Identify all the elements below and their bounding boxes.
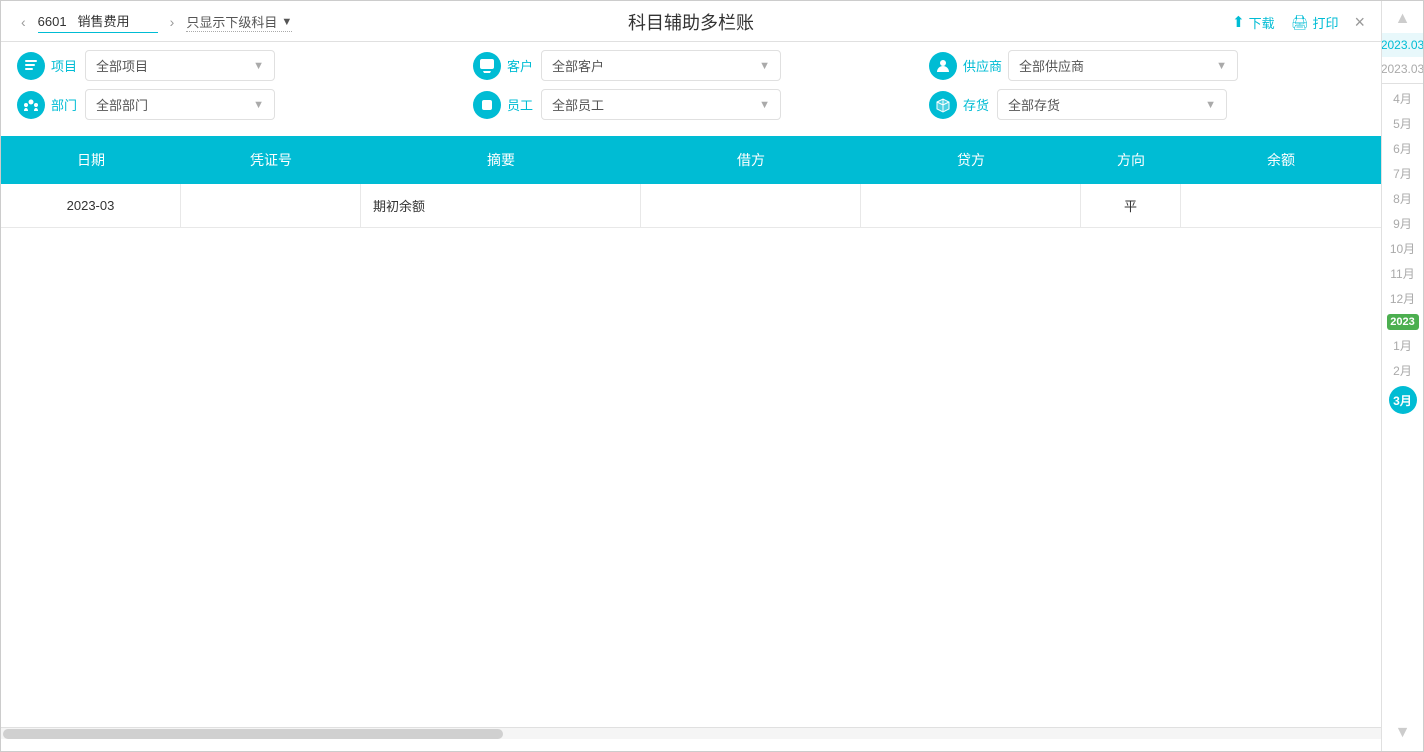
cell-summary: 期初余额 [361,184,641,227]
project-label: 项目 [51,56,79,75]
sidebar-month-4[interactable]: 4月 [1382,86,1423,111]
col-summary: 摘要 [361,136,641,184]
supplier-filter-group: 供应商 全部供应商 ▼ [929,50,1365,81]
sidebar-month-7[interactable]: 7月 [1382,161,1423,186]
period-sidebar: ▲ 2023.03 2023.03 4月 5月 6月 7月 8月 9月 10月 … [1381,1,1423,751]
supplier-select[interactable]: 全部供应商 ▼ [1008,50,1238,81]
cell-credit [861,184,1081,227]
inventory-label: 存货 [963,95,991,114]
department-filter-group: 部门 全部部门 ▼ [17,89,453,120]
main-window: ‹ 6601 销售费用 › 只显示下级科目 ▼ 科目辅助多栏账 ⬆ 下载 [0,0,1424,752]
period-2023-03-first[interactable]: 2023.03 [1382,33,1423,57]
supplier-icon [929,52,957,80]
cell-voucher [181,184,361,227]
department-icon [17,91,45,119]
sidebar-month-5[interactable]: 5月 [1382,111,1423,136]
col-credit: 贷方 [861,136,1081,184]
col-balance: 余额 [1181,136,1381,184]
sidebar-month-11[interactable]: 11月 [1382,261,1423,286]
customer-label: 客户 [507,56,535,75]
employee-select-value: 全部员工 [552,95,604,114]
inventory-select-value: 全部存货 [1008,95,1060,114]
sidebar-divider [1382,83,1423,84]
filter-row-2: 部门 全部部门 ▼ 员工 全部员工 ▼ [17,89,1365,120]
download-label: 下载 [1249,13,1275,32]
cell-direction: 平 [1081,184,1181,227]
sidebar-up-button[interactable]: ▲ [1389,5,1417,33]
inventory-filter-group: 存货 全部存货 ▼ [929,89,1365,120]
sidebar-month-2[interactable]: 2月 [1382,358,1423,383]
customer-select[interactable]: 全部客户 ▼ [541,50,781,81]
prev-account-button[interactable]: ‹ [17,12,30,32]
account-code: 6601 [38,14,67,29]
employee-icon [473,91,501,119]
account-name: 销售费用 [77,14,129,29]
department-label: 部门 [51,95,79,114]
top-bar: ‹ 6601 销售费用 › 只显示下级科目 ▼ 科目辅助多栏账 ⬆ 下载 [1,1,1381,42]
main-content-area: ‹ 6601 销售费用 › 只显示下级科目 ▼ 科目辅助多栏账 ⬆ 下载 [1,1,1381,739]
sidebar-month-1[interactable]: 1月 [1382,333,1423,358]
project-select[interactable]: 全部项目 ▼ [85,50,275,81]
show-sub-dropdown[interactable]: 只显示下级科目 ▼ [186,12,292,32]
employee-label: 员工 [507,95,535,114]
sidebar-month-10[interactable]: 10月 [1382,236,1423,261]
show-sub-label: 只显示下级科目 [186,12,277,31]
sidebar-year-2023[interactable]: 2023 [1387,314,1419,330]
print-label: 打印 [1312,13,1338,32]
next-account-button[interactable]: › [166,12,179,32]
department-select[interactable]: 全部部门 ▼ [85,89,275,120]
col-voucher: 凭证号 [181,136,361,184]
sidebar-down-button[interactable]: ▼ [1389,719,1417,747]
filter-row-1: 项目 全部项目 ▼ 客户 全部客户 ▼ [17,50,1365,81]
header-right-actions: ⬆ 下载 🖨 打印 × [1232,12,1365,33]
supplier-chevron-icon: ▼ [1216,60,1227,72]
customer-select-value: 全部客户 [552,56,604,75]
project-icon [17,52,45,80]
customer-filter-group: 客户 全部客户 ▼ [473,50,909,81]
employee-select[interactable]: 全部员工 ▼ [541,89,781,120]
print-button[interactable]: 🖨 打印 [1291,13,1339,32]
customer-icon [473,52,501,80]
inventory-chevron-icon: ▼ [1205,99,1216,111]
department-select-value: 全部部门 [96,95,148,114]
sidebar-month-6[interactable]: 6月 [1382,136,1423,161]
col-direction: 方向 [1081,136,1181,184]
horizontal-scrollbar[interactable] [1,727,1381,739]
sidebar-month-9[interactable]: 9月 [1382,211,1423,236]
project-select-value: 全部项目 [96,56,148,75]
page-title: 科目辅助多栏账 [628,9,754,35]
cell-balance [1181,184,1381,227]
account-code-label: 6601 销售费用 [38,11,158,33]
download-icon: ⬆ [1232,13,1245,31]
sidebar-month-12[interactable]: 12月 [1382,286,1423,311]
top-bar-left: ‹ 6601 销售费用 › 只显示下级科目 ▼ [17,11,292,33]
data-table: 日期 凭证号 摘要 借方 贷方 方向 余额 2023-03 期初余额 平 [1,136,1381,228]
col-debit: 借方 [641,136,861,184]
show-sub-chevron-icon: ▼ [281,16,292,28]
supplier-select-value: 全部供应商 [1019,56,1084,75]
close-button[interactable]: × [1354,12,1365,33]
project-filter-group: 项目 全部项目 ▼ [17,50,453,81]
inventory-select[interactable]: 全部存货 ▼ [997,89,1227,120]
employee-filter-group: 员工 全部员工 ▼ [473,89,909,120]
inventory-icon [929,91,957,119]
department-chevron-icon: ▼ [253,99,264,111]
scrollbar-thumb [3,729,503,739]
filter-area: 项目 全部项目 ▼ 客户 全部客户 ▼ [1,42,1381,136]
cell-debit [641,184,861,227]
supplier-label: 供应商 [963,56,1002,75]
col-date: 日期 [1,136,181,184]
cell-date: 2023-03 [1,184,181,227]
table-body: 2023-03 期初余额 平 [1,184,1381,228]
download-button[interactable]: ⬆ 下载 [1232,13,1275,32]
table-row: 2023-03 期初余额 平 [1,184,1381,228]
sidebar-month-8[interactable]: 8月 [1382,186,1423,211]
period-2023-03-second[interactable]: 2023.03 [1382,57,1423,81]
employee-chevron-icon: ▼ [759,99,770,111]
print-icon: 🖨 [1291,14,1309,31]
table-header-row: 日期 凭证号 摘要 借方 贷方 方向 余额 [1,136,1381,184]
sidebar-month-3-active[interactable]: 3月 [1389,386,1417,414]
customer-chevron-icon: ▼ [759,60,770,72]
project-chevron-icon: ▼ [253,60,264,72]
